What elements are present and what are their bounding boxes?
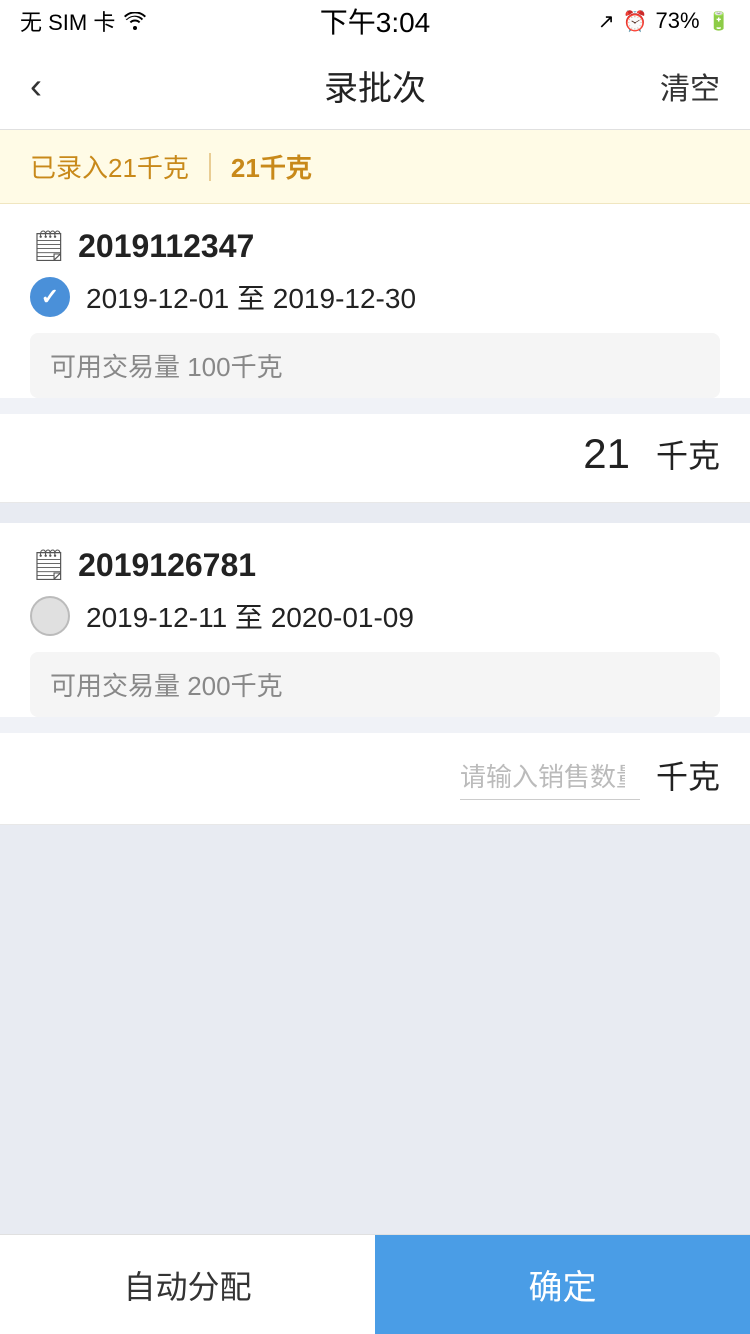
batch-2-qty-unit: 千克: [656, 752, 720, 798]
location-icon: ↗: [598, 9, 615, 34]
page-title: 录批次: [324, 61, 426, 110]
status-bar-right: ↗ ⏰ 73% 🔋: [598, 8, 730, 34]
batch-1-icon: 🗒: [30, 229, 68, 264]
clear-button[interactable]: 清空: [660, 64, 720, 108]
section-divider: [0, 503, 750, 523]
nav-bar: ‹ 录批次 清空: [0, 42, 750, 130]
batch-1-available-qty: 可用交易量 100千克: [30, 333, 720, 398]
batch-1-id: 2019112347: [78, 228, 254, 265]
status-bar-time: 下午3:04: [320, 1, 431, 41]
alarm-icon: ⏰: [623, 9, 648, 34]
banner-divider: [209, 153, 211, 181]
check-mark-1: ✓: [41, 284, 59, 310]
info-banner: 已录入21千克 21千克: [0, 130, 750, 204]
batch-item-1: 🗒 2019112347 ✓ 2019-12-01 至 2019-12-30 可…: [0, 204, 750, 398]
batch-1-date: 2019-12-01 至 2019-12-30: [86, 277, 416, 317]
batch-2-id: 2019126781: [78, 547, 256, 584]
batch-item-2: 🗒 2019126781 2019-12-11 至 2020-01-09 可用交…: [0, 523, 750, 717]
batch-1-date-row: ✓ 2019-12-01 至 2019-12-30: [30, 277, 720, 317]
batch-2-checkbox[interactable]: [30, 596, 70, 636]
batch-1-qty-unit: 千克: [656, 431, 720, 477]
batch-2-header: 🗒 2019126781: [30, 547, 720, 584]
batch-1-qty-row: 21 千克: [0, 414, 750, 503]
recorded-label: 已录入21千克: [30, 148, 189, 185]
batch-1-checkbox[interactable]: ✓: [30, 277, 70, 317]
confirm-button[interactable]: 确定: [375, 1235, 750, 1334]
batch-2-available-qty: 可用交易量 200千克: [30, 652, 720, 717]
batch-2-date: 2019-12-11 至 2020-01-09: [86, 596, 414, 636]
batch-2-qty-row: 千克: [0, 733, 750, 825]
recorded-value: 21千克: [231, 148, 312, 185]
batch-1-header: 🗒 2019112347: [30, 228, 720, 265]
status-bar: 无 SIM 卡 下午3:04 ↗ ⏰ 73% 🔋: [0, 0, 750, 42]
batch-2-qty-input[interactable]: [460, 749, 640, 800]
battery-label: 73%: [656, 8, 700, 34]
bottom-bar: 自动分配 确定: [0, 1234, 750, 1334]
auto-distribute-button[interactable]: 自动分配: [0, 1235, 375, 1334]
batch-2-icon: 🗒: [30, 548, 68, 583]
back-button[interactable]: ‹: [30, 65, 42, 107]
status-bar-left: 无 SIM 卡: [20, 5, 147, 37]
gray-area: [0, 825, 750, 1245]
battery-icon: 🔋: [708, 11, 730, 32]
batch-2-date-row: 2019-12-11 至 2020-01-09: [30, 596, 720, 636]
batch-1-qty-value: 21: [583, 430, 640, 478]
sim-label: 无 SIM 卡: [20, 5, 115, 37]
wifi-icon: [123, 12, 147, 30]
